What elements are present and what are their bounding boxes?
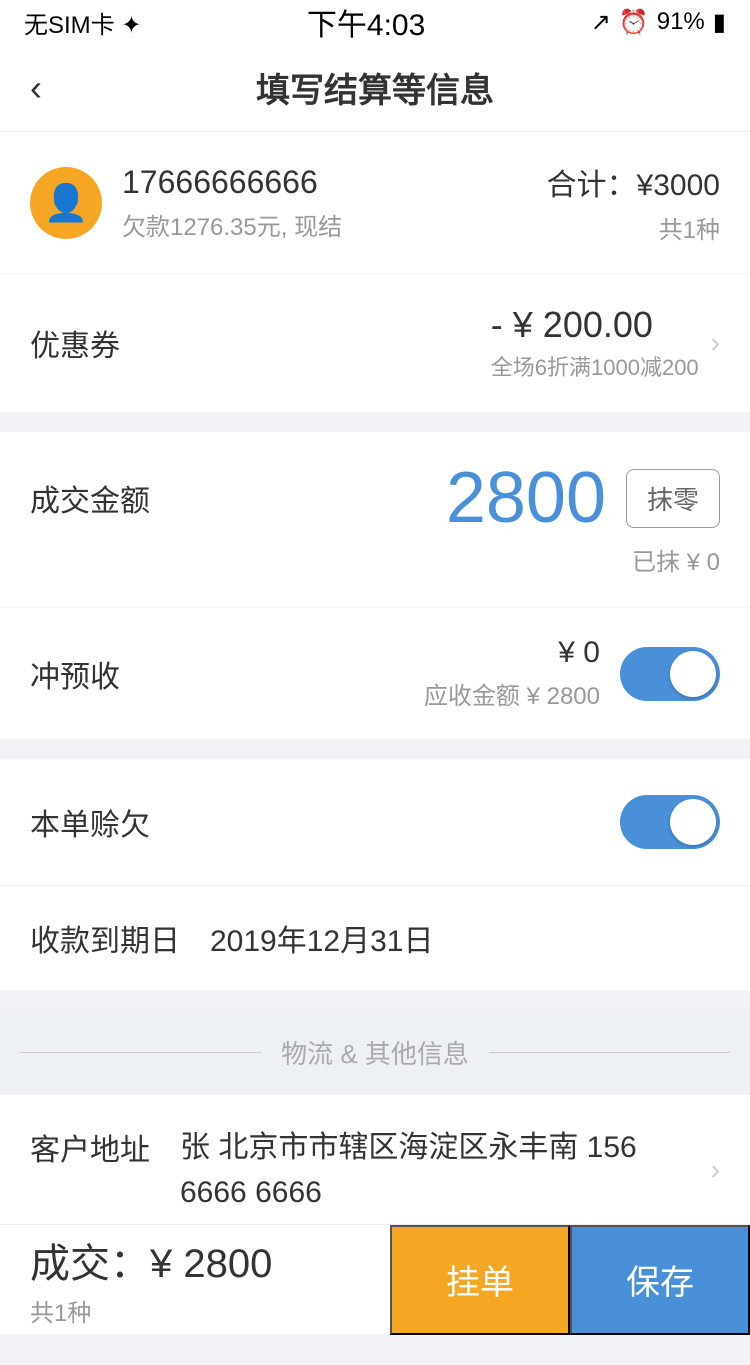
duedate-row: 收款到期日 2019年12月31日 (0, 885, 750, 990)
logistics-divider: 物流 & 其他信息 (0, 1010, 750, 1095)
coupon-amount: - ¥ 200.00 (491, 304, 699, 346)
avatar: 👤 (30, 167, 102, 239)
deal-row: 成交金额 2800 抹零 (30, 462, 720, 534)
toggle-knob (670, 651, 716, 697)
status-bar: 无SIM卡 ✦ 下午4:03 ↗ ⏰ 91% ▮ (0, 0, 750, 44)
deposit-toggle[interactable] (620, 647, 720, 701)
credit-toggle[interactable] (620, 795, 720, 849)
address-value: 张 北京市市辖区海淀区永丰南 156 6666 6666 (180, 1125, 701, 1215)
bottom-deal-label: 成交： (30, 1242, 150, 1286)
customer-left: 👤 17666666666 欠款1276.35元, 现结 (30, 164, 342, 242)
deposit-row: 冲预收 ¥ 0 应收金额 ¥ 2800 (0, 607, 750, 739)
divider-line-right (489, 1052, 730, 1053)
address-row[interactable]: 客户地址 张 北京市市辖区海淀区永丰南 156 6666 6666 › (0, 1095, 750, 1245)
coupon-info: - ¥ 200.00 全场6折满1000减200 (491, 304, 699, 382)
coupon-label: 优惠券 (30, 321, 120, 365)
credit-toggle-knob (670, 799, 716, 845)
hold-button[interactable]: 挂单 (390, 1225, 570, 1335)
credit-label: 本单赊欠 (30, 800, 150, 844)
bottom-deal: 成交：¥ 2800 (30, 1231, 360, 1289)
bottom-info: 成交：¥ 2800 共1种 (0, 1231, 390, 1328)
customer-sub: 欠款1276.35元, 现结 (122, 207, 342, 242)
customer-phone: 17666666666 (122, 164, 342, 201)
battery-icon: ▮ (713, 8, 726, 37)
divider-label: 物流 & 其他信息 (281, 1034, 469, 1071)
address-label: 客户地址 (30, 1125, 150, 1169)
status-time: 下午4:03 (307, 0, 425, 44)
bottom-bar: 成交：¥ 2800 共1种 挂单 保存 (0, 1224, 750, 1334)
battery-level: 91% (657, 8, 705, 36)
deposit-amount: ¥ 0 (424, 636, 600, 670)
deal-right: 2800 抹零 (446, 462, 720, 534)
credit-row: 本单赊欠 (0, 759, 750, 885)
customer-section: 👤 17666666666 欠款1276.35元, 现结 合计：¥3000 共1… (0, 132, 750, 412)
deal-section: 成交金额 2800 抹零 已抹 ¥ 0 (0, 432, 750, 607)
customer-right: 合计：¥3000 共1种 (547, 160, 720, 245)
location-icon: ↗ (591, 8, 611, 37)
duedate-value: 2019年12月31日 (210, 916, 433, 960)
deposit-amount-wrap: ¥ 0 应收金额 ¥ 2800 (424, 636, 600, 711)
coupon-row[interactable]: 优惠券 - ¥ 200.00 全场6折满1000减200 › (0, 273, 750, 412)
customer-total: 合计：¥3000 (547, 160, 720, 204)
deposit-sub: 应收金额 ¥ 2800 (424, 676, 600, 711)
gap-2 (0, 739, 750, 759)
address-chevron-icon: › (711, 1154, 720, 1186)
coupon-right: - ¥ 200.00 全场6折满1000减200 › (491, 304, 720, 382)
customer-count: 共1种 (547, 210, 720, 245)
save-button[interactable]: 保存 (570, 1225, 750, 1335)
divider-line-left (20, 1052, 261, 1053)
nav-bar: ‹ 填写结算等信息 (0, 44, 750, 132)
sim-status: 无SIM卡 ✦ (24, 5, 141, 40)
gap-3 (0, 990, 750, 1010)
page-title: 填写结算等信息 (256, 63, 494, 112)
coupon-desc: 全场6折满1000减200 (491, 350, 699, 382)
deal-label: 成交金额 (30, 476, 150, 520)
chevron-right-icon: › (711, 327, 720, 359)
customer-row: 👤 17666666666 欠款1276.35元, 现结 合计：¥3000 共1… (0, 132, 750, 273)
duedate-label: 收款到期日 (30, 916, 180, 960)
round-button[interactable]: 抹零 (626, 469, 720, 528)
deposit-right: ¥ 0 应收金额 ¥ 2800 (424, 636, 720, 711)
bottom-count: 共1种 (30, 1293, 360, 1328)
bottom-deal-amount: ¥ 2800 (150, 1242, 272, 1286)
status-left: 无SIM卡 ✦ (24, 5, 141, 40)
status-right: ↗ ⏰ 91% ▮ (591, 8, 726, 37)
deal-sub: 已抹 ¥ 0 (30, 542, 720, 577)
gap-1 (0, 412, 750, 432)
back-button[interactable]: ‹ (30, 67, 42, 109)
alarm-icon: ⏰ (619, 8, 649, 37)
deposit-label: 冲预收 (30, 652, 120, 696)
deal-amount-value: 2800 (446, 462, 606, 534)
customer-info: 17666666666 欠款1276.35元, 现结 (122, 164, 342, 242)
